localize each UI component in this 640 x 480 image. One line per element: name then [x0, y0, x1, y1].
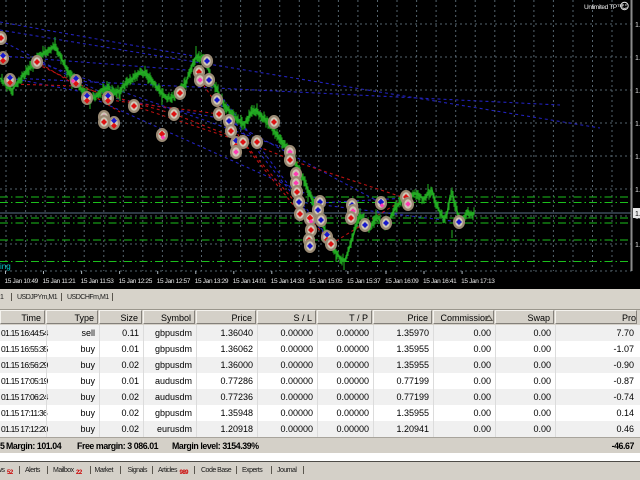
svg-text:15 Jan 16:41: 15 Jan 16:41 [423, 278, 457, 285]
svg-text:1.: 1. [635, 211, 640, 218]
svg-text:15 Jan 13:29: 15 Jan 13:29 [195, 278, 229, 285]
svg-text:ing: ing [0, 262, 11, 271]
svg-text:15 Jan 11:21: 15 Jan 11:21 [43, 278, 77, 285]
svg-text:15 Jan 17:13: 15 Jan 17:13 [461, 278, 495, 285]
svg-text:1.: 1. [635, 242, 640, 249]
svg-text:15 Jan 10:49: 15 Jan 10:49 [5, 278, 39, 285]
svg-text:15 Jan 14:01: 15 Jan 14:01 [233, 278, 267, 285]
svg-text:1.: 1. [635, 88, 640, 95]
svg-text:15 Jan 15:37: 15 Jan 15:37 [347, 278, 381, 285]
svg-text:1.: 1. [635, 55, 640, 62]
svg-text:1.: 1. [635, 121, 640, 128]
svg-text:15 Jan 15:05: 15 Jan 15:05 [309, 278, 343, 285]
svg-text:1.: 1. [635, 22, 640, 29]
svg-text:15 Jan 14:33: 15 Jan 14:33 [271, 278, 305, 285]
svg-text:15 Jan 11:53: 15 Jan 11:53 [81, 278, 115, 285]
svg-text:15 Jan 16:09: 15 Jan 16:09 [385, 278, 419, 285]
svg-text:15 Jan 12:25: 15 Jan 12:25 [119, 278, 153, 285]
svg-text:Unlimited TP™: Unlimited TP™ [584, 4, 623, 11]
svg-text:1.: 1. [635, 187, 640, 194]
svg-text:1.: 1. [635, 154, 640, 161]
svg-text:15 Jan 12:57: 15 Jan 12:57 [157, 278, 191, 285]
